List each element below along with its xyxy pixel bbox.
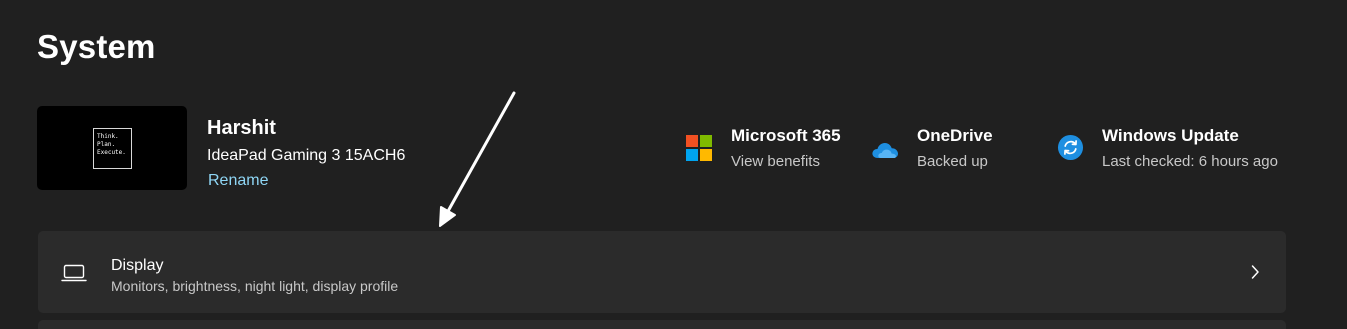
setting-card-display[interactable]: Display Monitors, brightness, night ligh…	[38, 231, 1286, 313]
status-subtitle: Last checked: 6 hours ago	[1102, 153, 1278, 170]
status-onedrive[interactable]: OneDrive Backed up	[871, 124, 1011, 174]
status-title: Windows Update	[1102, 126, 1239, 145]
device-name: Harshit	[207, 117, 276, 139]
wallpaper-text-card: Think. Plan. Execute.	[93, 128, 132, 169]
status-subtitle: Backed up	[917, 153, 988, 170]
status-title: Microsoft 365	[731, 126, 841, 145]
device-model: IdeaPad Gaming 3 15ACH6	[207, 147, 406, 164]
rename-link[interactable]: Rename	[208, 170, 268, 191]
laptop-icon	[61, 264, 87, 282]
setting-card-title: Display	[111, 257, 164, 274]
refresh-icon	[1057, 134, 1084, 161]
settings-page: System Think. Plan. Execute. Harshit Ide…	[0, 0, 1347, 329]
status-microsoft-365[interactable]: Microsoft 365 View benefits	[685, 124, 855, 174]
status-title: OneDrive	[917, 126, 993, 145]
page-title: System	[37, 28, 156, 65]
setting-card-subtitle: Monitors, brightness, night light, displ…	[111, 278, 399, 294]
status-windows-update[interactable]: Windows Update Last checked: 6 hours ago	[1056, 124, 1296, 174]
microsoft-logo-icon	[686, 135, 712, 161]
chevron-right-icon	[1251, 265, 1259, 279]
status-subtitle: View benefits	[731, 153, 820, 170]
device-wallpaper-thumbnail: Think. Plan. Execute.	[37, 106, 187, 190]
setting-card-next-partial[interactable]	[38, 320, 1286, 329]
wallpaper-text-line: Plan.	[97, 141, 116, 148]
wallpaper-text-line: Think.	[97, 133, 119, 140]
cloud-icon	[872, 143, 898, 158]
wallpaper-text-line: Execute.	[97, 149, 126, 156]
